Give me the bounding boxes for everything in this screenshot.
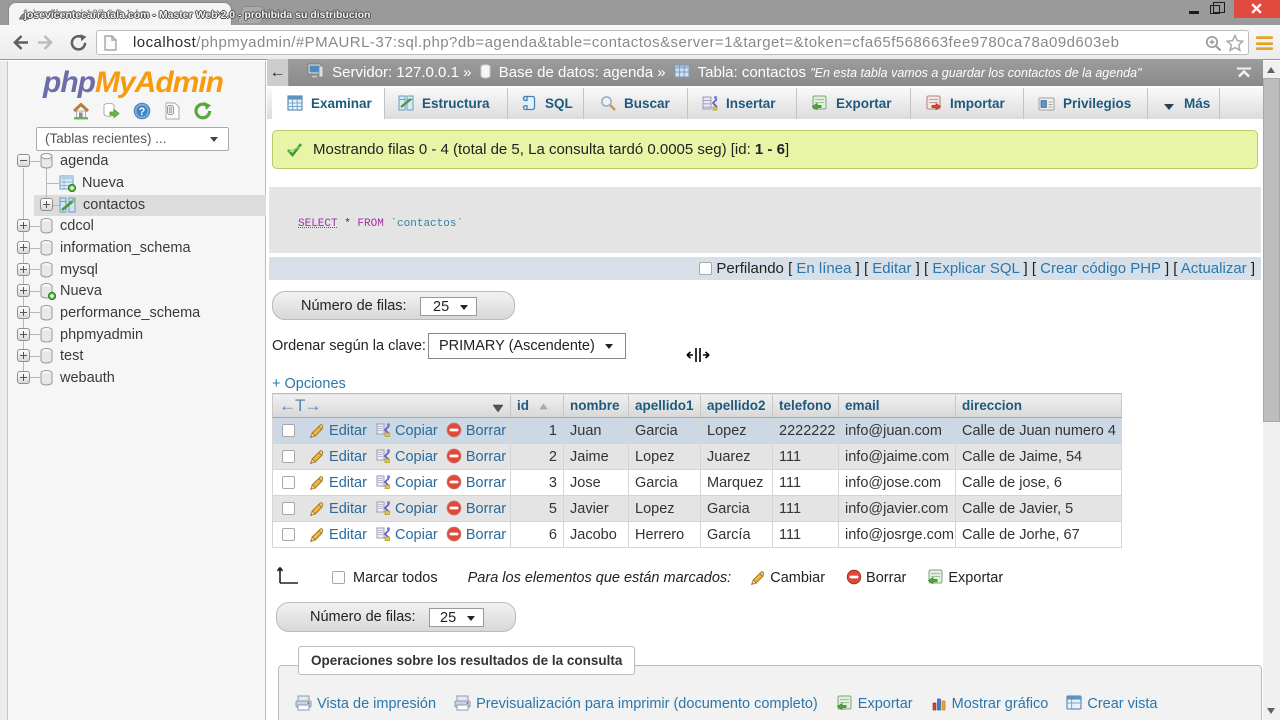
svg-text:?: ? [139, 106, 146, 118]
